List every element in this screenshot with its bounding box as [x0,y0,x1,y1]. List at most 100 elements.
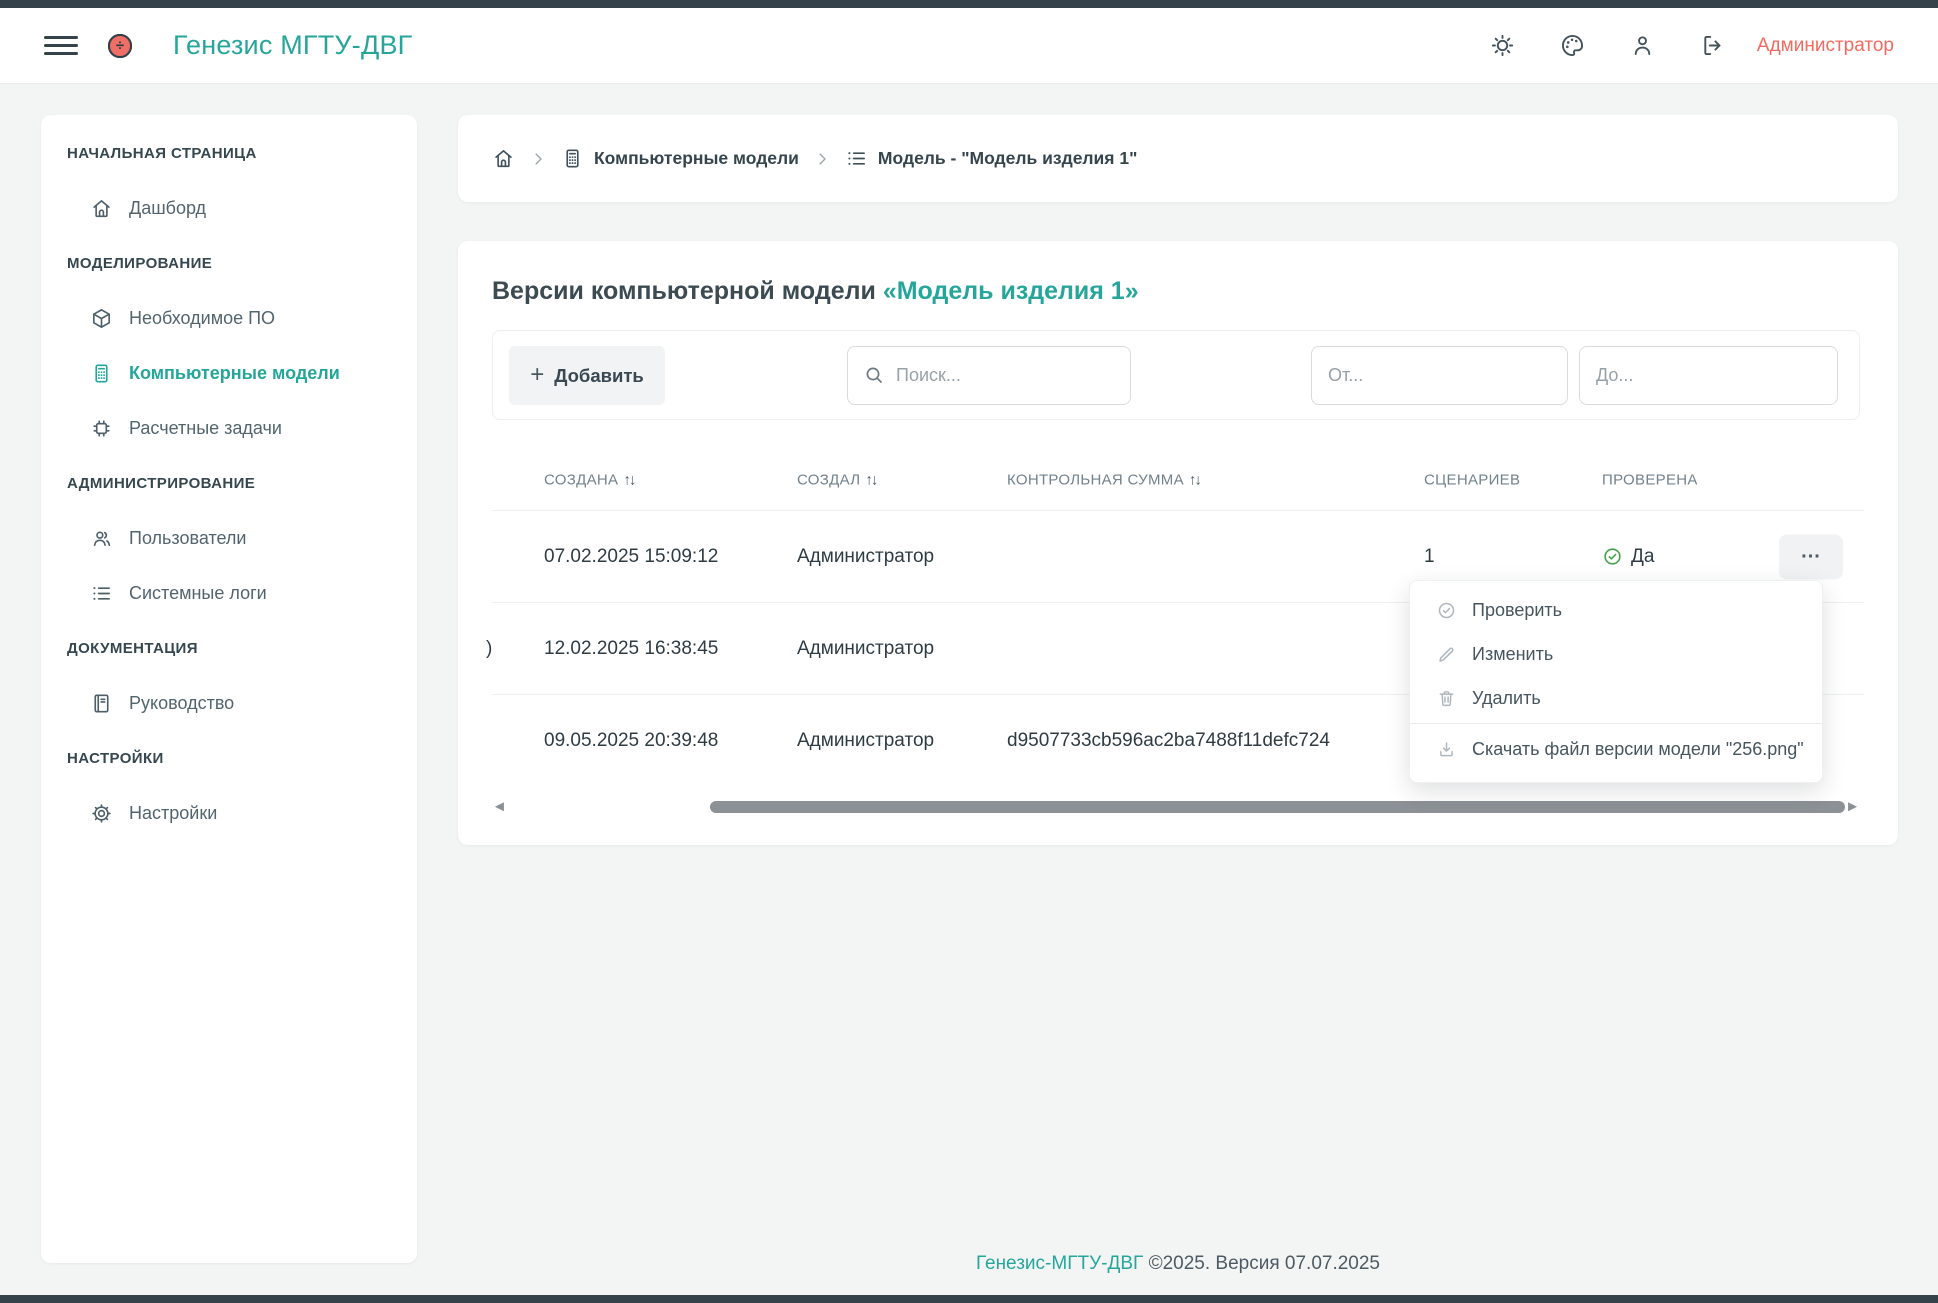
current-user-label[interactable]: Администратор [1757,35,1894,57]
footer-brand-link[interactable]: Генезис-МГТУ-ДВГ [976,1253,1143,1274]
menu-item-delete[interactable]: Удалить [1410,676,1822,720]
sidebar-item-manual[interactable]: Руководство [41,676,417,731]
search-input[interactable] [847,346,1131,405]
page-title-model-name: «Модель изделия 1» [882,277,1139,305]
footer-copyright: ©2025. Версия 07.07.2025 [1143,1253,1380,1274]
users-icon [90,527,113,550]
sort-icon[interactable]: ↑↓ [1189,472,1202,489]
row-actions-button[interactable]: ... [1779,534,1843,579]
cell-created: 12.02.2025 16:38:45 [544,637,719,659]
menu-item-download-version-file[interactable]: Скачать файл версии модели "256.png" [1410,723,1822,775]
sidebar-item-label: Расчетные задачи [129,418,282,438]
app-header: + − × ÷ Генезис МГТУ-ДВГ Администратор [0,8,1938,84]
sidebar-item-computer-models[interactable]: Компьютерные модели [41,346,417,401]
sidebar-item-users[interactable]: Пользователи [41,511,417,566]
sidebar-item-required-software[interactable]: Необходимое ПО [41,291,417,346]
cell-created: 09.05.2025 20:39:48 [544,729,719,751]
breadcrumb-current-model[interactable]: Модель - "Модель изделия 1" [845,147,1138,170]
hamburger-menu-icon[interactable] [44,32,82,60]
column-header-label: СОЗДАЛ [797,471,861,489]
badge-check-icon [1436,600,1457,621]
cell-author: Администратор [797,637,935,659]
sidebar-item-label: Системные логи [129,583,267,603]
profile-icon[interactable] [1629,32,1657,60]
table-header-row: СОЗДАНА ↑↓ СОЗДАЛ ↑↓ КОНТРОЛЬНАЯ СУММА ↑↓ С… [492,450,1864,510]
sidebar-section-home: НАЧАЛЬНАЯ СТРАНИЦА [67,145,257,162]
date-from-input[interactable] [1311,346,1568,405]
check-circle-icon [1602,546,1623,567]
breadcrumb: Компьютерные модели Модель - "Модель изд… [458,115,1898,202]
download-icon [1436,739,1457,760]
sidebar-item-label: Пользователи [129,528,247,548]
column-header-created[interactable]: СОЗДАНА ↑↓ [544,471,636,489]
sort-icon[interactable]: ↑↓ [623,472,636,489]
column-header-scenarios: СЦЕНАРИЕВ [1424,471,1521,489]
sidebar-section-settings: НАСТРОЙКИ [67,750,164,767]
sidebar-item-settings[interactable]: Настройки [41,786,417,841]
menu-item-label: Удалить [1472,687,1541,708]
cell-author: Администратор [797,545,935,567]
breadcrumb-label: Модель - "Модель изделия 1" [877,148,1138,168]
menu-item-label: Изменить [1472,643,1554,664]
column-header-verified: ПРОВЕРЕНА [1602,471,1698,489]
gear-icon [90,802,113,825]
column-header-label: КОНТРОЛЬНАЯ СУММА [1007,471,1184,489]
menu-item-label: Скачать файл версии модели "256.png" [1472,739,1804,759]
palette-icon[interactable] [1559,32,1587,60]
cell-scenarios: 1 [1424,545,1435,567]
list-icon [845,147,868,170]
scroll-right-arrow[interactable]: ► [1845,797,1860,817]
package-icon [90,307,113,330]
breadcrumb-label: Компьютерные модели [594,148,799,168]
trash-icon [1436,688,1457,709]
sidebar-item-dashboard[interactable]: Дашборд [41,181,417,236]
add-version-button[interactable]: + Добавить [509,346,665,405]
calculator-icon [561,147,584,170]
sort-icon[interactable]: ↑↓ [865,472,878,489]
add-button-label: Добавить [554,364,644,386]
scroll-left-arrow[interactable]: ◄ [492,797,507,817]
pencil-icon [1436,644,1457,665]
top-accent-strip [0,0,1938,8]
verified-label: Да [1631,545,1655,567]
horizontal-scrollbar: ◄ ► [492,796,1864,822]
sidebar-item-system-logs[interactable]: Системные логи [41,566,417,621]
footer: Генезис-МГТУ-ДВГ ©2025. Версия 07.07.202… [458,1253,1898,1275]
chevron-right-icon [529,150,547,168]
menu-item-edit[interactable]: Изменить [1410,632,1822,676]
book-icon [90,692,113,715]
sidebar-item-label: Необходимое ПО [129,308,276,328]
cpu-icon [90,417,113,440]
sidebar-item-label: Компьютерные модели [129,363,340,383]
theme-brightness-icon[interactable] [1489,32,1517,60]
home-icon [90,197,113,220]
breadcrumb-computer-models[interactable]: Компьютерные модели [561,147,799,170]
bottom-accent-strip [0,1295,1938,1303]
page-title: Версии компьютерной модели «Модель издел… [492,277,1864,306]
list-icon [90,582,113,605]
logout-icon[interactable] [1699,32,1727,60]
date-to-input[interactable] [1579,346,1838,405]
sidebar-section-documentation: ДОКУМЕНТАЦИЯ [67,640,198,657]
table-toolbar: + Добавить [492,330,1860,420]
sidebar-item-label: Настройки [129,803,218,823]
sidebar-item-label: Руководство [129,693,235,713]
logo-divide-icon: ÷ [108,33,132,58]
column-header-checksum[interactable]: КОНТРОЛЬНАЯ СУММА ↑↓ [1007,471,1202,489]
scrollbar-thumb[interactable] [710,801,1845,813]
sidebar-section-administration: АДМИНИСТРИРОВАНИЕ [67,475,256,492]
cell-overflow-truncated: ) [486,637,493,659]
calculator-icon [90,362,113,385]
cell-checksum: d9507733cb596ac2ba7488f11defc724 [1007,729,1330,751]
home-icon[interactable] [492,147,515,170]
sidebar-item-calculation-tasks[interactable]: Расчетные задачи [41,401,417,456]
column-header-author[interactable]: СОЗДАЛ ↑↓ [797,471,878,489]
cell-author: Администратор [797,729,935,751]
column-header-label: СОЗДАНА [544,471,619,489]
cell-verified: Да [1602,546,1654,568]
menu-item-verify[interactable]: Проверить [1410,588,1822,632]
menu-item-label: Проверить [1472,599,1563,620]
plus-icon: + [530,360,545,388]
sidebar: НАЧАЛЬНАЯ СТРАНИЦА Дашборд МОДЕЛИРОВАНИЕ… [41,115,417,1263]
app-logo: + − × ÷ [108,21,157,70]
